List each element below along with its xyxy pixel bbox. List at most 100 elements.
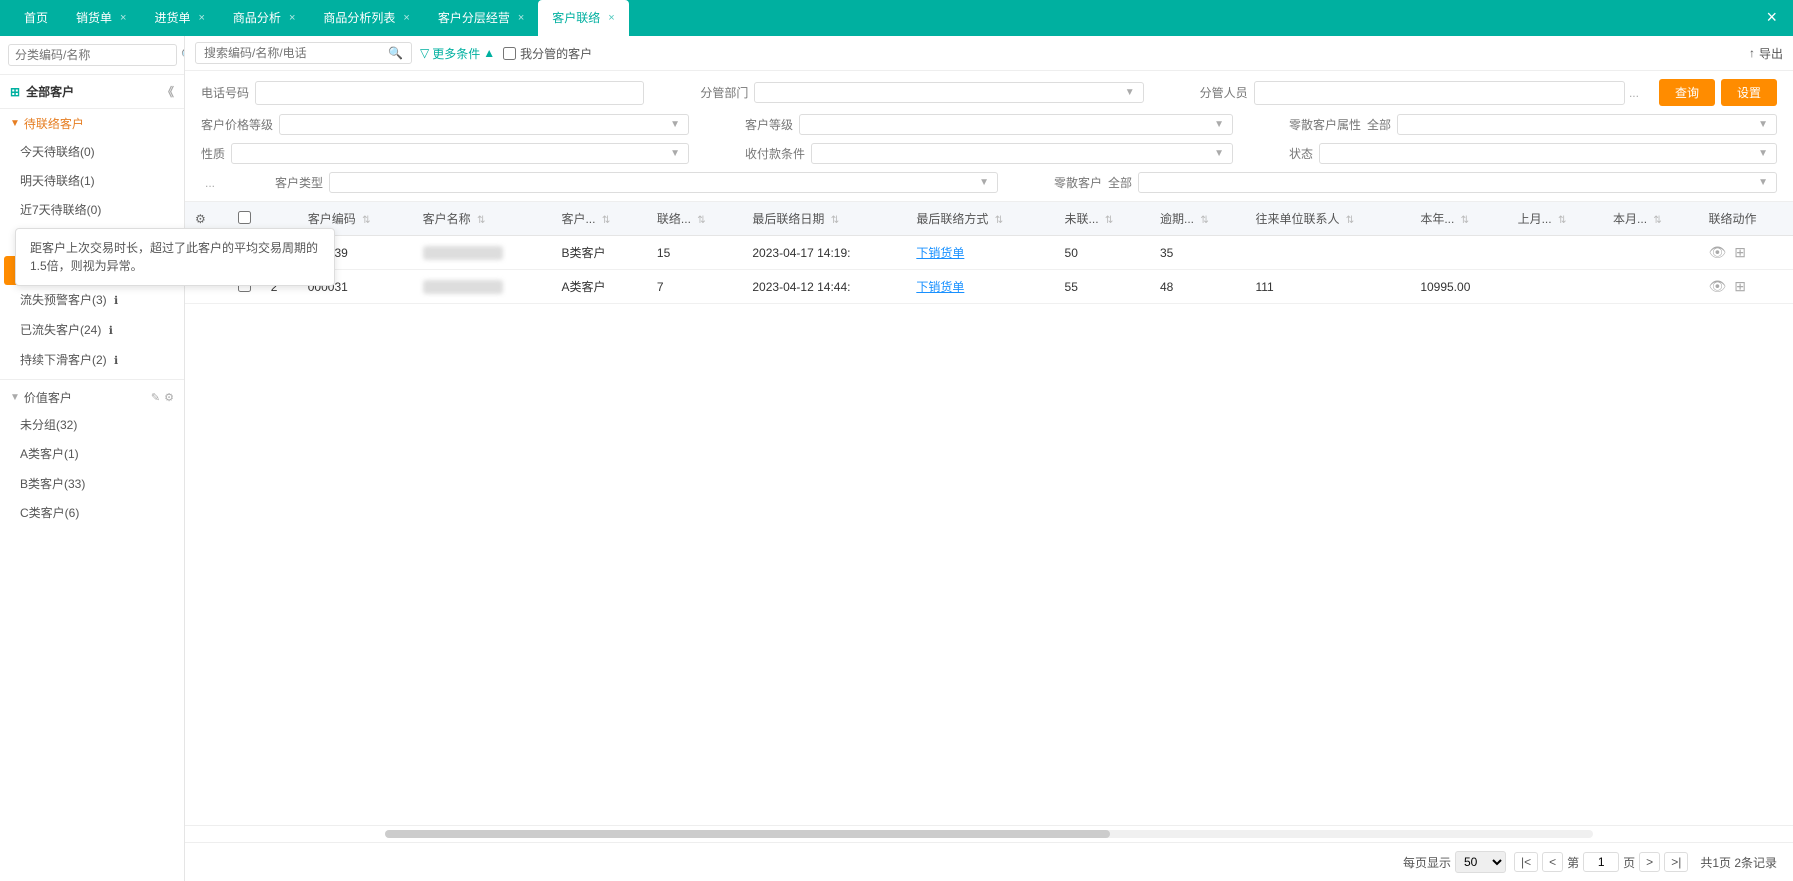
my-customers-checkbox[interactable] bbox=[503, 47, 516, 60]
last-method-link[interactable]: 下销货单 bbox=[916, 280, 964, 294]
eye-icon[interactable]: 👁 bbox=[1708, 278, 1726, 295]
row-this-month-cell bbox=[1603, 270, 1698, 304]
retail-attr-select[interactable]: ▼ bbox=[1397, 114, 1777, 135]
export-button[interactable]: ↑ 导出 bbox=[1749, 45, 1783, 62]
sidebar-item-ungrouped[interactable]: 未分组(32) bbox=[0, 411, 184, 440]
nav-item-sales[interactable]: 销货单 × bbox=[62, 0, 140, 36]
sort-icon[interactable]: ⇅ bbox=[831, 215, 839, 226]
nav-item-purchase[interactable]: 进货单 × bbox=[140, 0, 218, 36]
more-filters-icon[interactable]: ... bbox=[201, 176, 219, 190]
edit-icon[interactable]: ✎ bbox=[151, 391, 160, 404]
filter-row-3: 性质 ▼ 收付款条件 ▼ 状态 ▼ bbox=[201, 143, 1777, 164]
horizontal-scrollbar[interactable] bbox=[185, 825, 1793, 842]
filter-buttons: 查询 设置 bbox=[1659, 79, 1777, 106]
sidebar-search-input[interactable] bbox=[8, 44, 177, 66]
sort-icon[interactable]: ⇅ bbox=[602, 215, 610, 226]
sidebar-item-churned[interactable]: 已流失客户(24) ℹ bbox=[0, 316, 184, 346]
price-grade-select[interactable]: ▼ bbox=[279, 114, 689, 135]
nav-item-home[interactable]: 首页 bbox=[10, 0, 62, 36]
caret-icon: ▼ bbox=[1758, 177, 1768, 188]
sort-icon[interactable]: ⇅ bbox=[362, 215, 370, 226]
sidebar-item-churn-warning[interactable]: 流失预警客户(3) ℹ bbox=[0, 286, 184, 316]
grid-action-icon[interactable]: ⊞ bbox=[1734, 244, 1746, 261]
retail-customer-field: 零散客户 全部 ▼ bbox=[1054, 172, 1777, 193]
last-page-button[interactable]: >| bbox=[1664, 852, 1688, 872]
gender-select[interactable]: ▼ bbox=[231, 143, 689, 164]
eye-icon[interactable]: 👁 bbox=[1708, 244, 1726, 261]
row-action-cell: 👁 ⊞ bbox=[1698, 270, 1793, 304]
query-button[interactable]: 查询 bbox=[1659, 79, 1715, 106]
sort-icon[interactable]: ⇅ bbox=[477, 215, 485, 226]
set-button[interactable]: 设置 bbox=[1721, 79, 1777, 106]
sidebar-item-declining[interactable]: 持续下滑客户(2) ℹ bbox=[0, 346, 184, 376]
sidebar-item-7days[interactable]: 近7天待联络(0) bbox=[0, 196, 184, 225]
sort-icon[interactable]: ⇅ bbox=[1558, 215, 1566, 226]
value-group[interactable]: ▼ 价值客户 ✎ ⚙ bbox=[0, 384, 184, 411]
sort-icon[interactable]: ⇅ bbox=[1653, 215, 1661, 226]
sort-icon[interactable]: ⇅ bbox=[995, 215, 1003, 226]
grid-icon: ⊞ bbox=[10, 85, 20, 99]
collapse-icon[interactable]: 《 bbox=[162, 83, 174, 100]
sort-icon[interactable]: ⇅ bbox=[697, 215, 705, 226]
sidebar-item-today[interactable]: 今天待联络(0) bbox=[0, 138, 184, 167]
sidebar-item-c-class[interactable]: C类客户(6) bbox=[0, 499, 184, 528]
prev-page-button[interactable]: < bbox=[1542, 852, 1563, 872]
close-icon[interactable]: × bbox=[289, 0, 295, 36]
sidebar: 🔍 ⊞ 全部客户 《 ▼ 待联络客户 今天待联络(0) 明天待联络(1) 近7天… bbox=[0, 36, 185, 881]
page-input[interactable] bbox=[1583, 852, 1619, 872]
sort-icon[interactable]: ⇅ bbox=[1105, 215, 1113, 226]
price-grade-field: 客户价格等级 ▼ bbox=[201, 114, 689, 135]
sort-icon[interactable]: ⇅ bbox=[1461, 215, 1469, 226]
close-icon[interactable]: × bbox=[518, 0, 524, 36]
dept-select[interactable]: ▼ bbox=[754, 82, 1143, 103]
close-all-button[interactable]: × bbox=[1766, 8, 1777, 26]
pending-group[interactable]: ▼ 待联络客户 bbox=[0, 109, 184, 138]
sidebar-item-tomorrow[interactable]: 明天待联络(1) bbox=[0, 167, 184, 196]
retail-attr-field: 零散客户属性 全部 ▼ bbox=[1289, 114, 1777, 135]
sort-icon[interactable]: ⇅ bbox=[1200, 215, 1208, 226]
nav-item-customer-contact[interactable]: 客户联络 × bbox=[538, 0, 628, 36]
row-this-year-cell: 10995.00 bbox=[1410, 270, 1507, 304]
nav-item-product-analysis[interactable]: 商品分析 × bbox=[219, 0, 309, 36]
table-row: 1 000039 B类客户 15 2023-04-17 14:19: 下销货单 … bbox=[185, 236, 1793, 270]
search-input[interactable] bbox=[204, 46, 384, 60]
close-icon[interactable]: × bbox=[198, 0, 204, 36]
row-last-method-cell: 下销货单 bbox=[906, 270, 1054, 304]
search-icon[interactable]: 🔍 bbox=[388, 46, 403, 60]
row-last-month-cell bbox=[1508, 236, 1603, 270]
scrollbar-thumb[interactable] bbox=[385, 830, 1110, 838]
select-all-checkbox[interactable] bbox=[238, 211, 251, 224]
filter-row-2: 客户价格等级 ▼ 客户等级 ▼ 零散客户属性 全部 bbox=[201, 114, 1777, 135]
last-method-link[interactable]: 下销货单 bbox=[916, 246, 964, 260]
sort-icon[interactable]: ⇅ bbox=[1346, 215, 1354, 226]
customer-grade-select[interactable]: ▼ bbox=[799, 114, 1233, 135]
unit-contact-col: 往来单位联系人 ⇅ bbox=[1245, 202, 1410, 236]
ellipsis-icon[interactable]: ... bbox=[1625, 86, 1643, 100]
status-field: 状态 ▼ bbox=[1289, 143, 1777, 164]
close-icon[interactable]: × bbox=[403, 0, 409, 36]
table-row: 2 000031 A类客户 7 2023-04-12 14:44: 下销货单 5… bbox=[185, 270, 1793, 304]
customer-type-select[interactable]: ▼ bbox=[329, 172, 998, 193]
per-page-select[interactable]: 50 20 100 bbox=[1455, 851, 1506, 873]
nav-item-customer-tier[interactable]: 客户分层经营 × bbox=[424, 0, 538, 36]
payment-select[interactable]: ▼ bbox=[811, 143, 1233, 164]
next-page-button[interactable]: > bbox=[1639, 852, 1660, 872]
grid-action-icon[interactable]: ⊞ bbox=[1734, 278, 1746, 295]
status-select[interactable]: ▼ bbox=[1319, 143, 1777, 164]
customer-table: ⚙ 客户编码 ⇅ 客户名称 ⇅ 客户... ⇅ bbox=[185, 202, 1793, 304]
more-conditions-button[interactable]: ▽ 更多条件 ▲ bbox=[420, 45, 495, 62]
last-date-col: 最后联络日期 ⇅ bbox=[742, 202, 906, 236]
sidebar-item-a-class[interactable]: A类客户(1) bbox=[0, 440, 184, 469]
retail-customer-select[interactable]: ▼ bbox=[1138, 172, 1777, 193]
manager-input[interactable] bbox=[1254, 81, 1625, 105]
sidebar-item-b-class[interactable]: B类客户(33) bbox=[0, 470, 184, 499]
phone-input[interactable] bbox=[255, 81, 644, 105]
first-page-button[interactable]: |< bbox=[1514, 852, 1538, 872]
close-icon[interactable]: × bbox=[120, 0, 126, 36]
caret-icon: ▼ bbox=[1125, 87, 1135, 98]
caret-icon: ▼ bbox=[1214, 119, 1224, 130]
nav-item-product-list[interactable]: 商品分析列表 × bbox=[309, 0, 423, 36]
settings-small-icon[interactable]: ⚙ bbox=[164, 391, 174, 404]
settings-icon[interactable]: ⚙ bbox=[195, 212, 206, 226]
close-icon[interactable]: × bbox=[608, 0, 614, 36]
